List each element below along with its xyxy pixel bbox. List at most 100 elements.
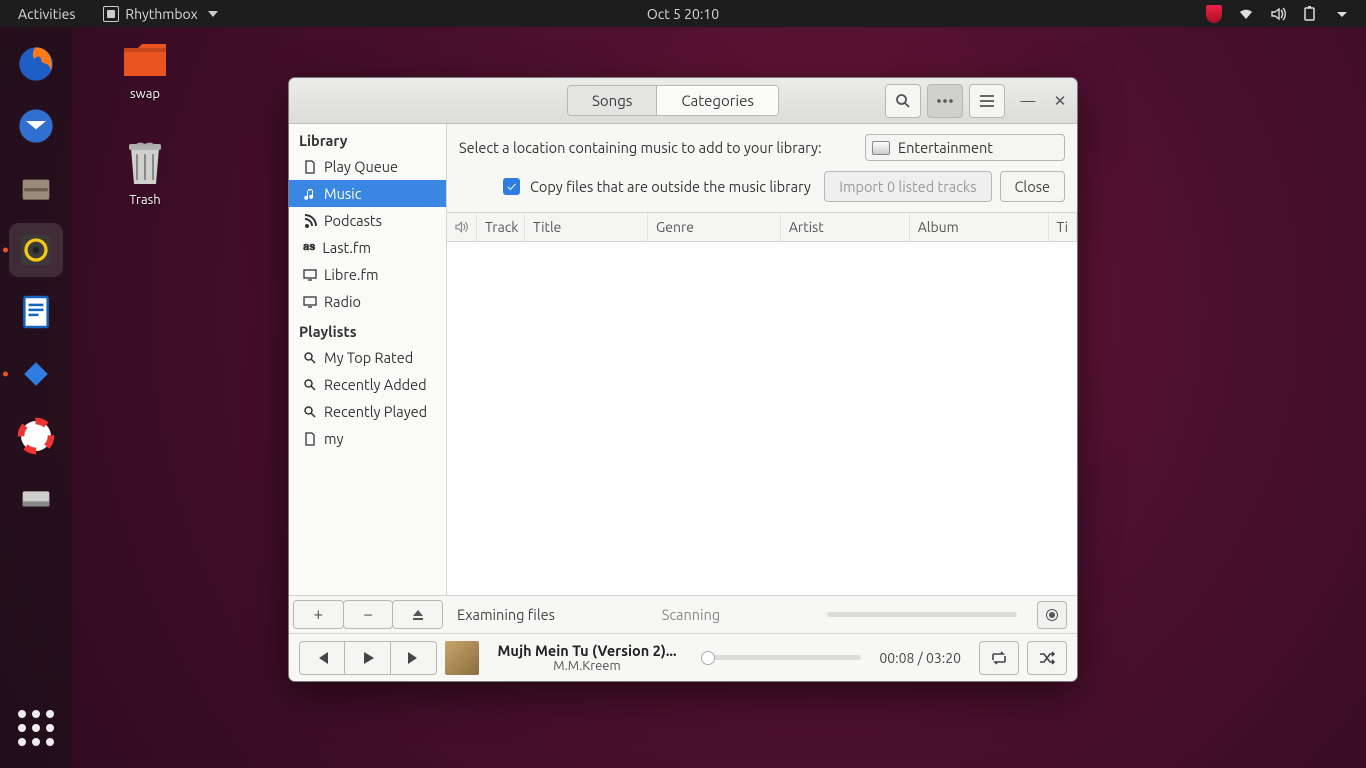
rhythmbox-window: Songs Categories — ✕ Library Play Queue … <box>288 77 1078 682</box>
running-indicator <box>3 372 8 377</box>
minimize-button[interactable]: — <box>1019 92 1037 110</box>
column-artist[interactable]: Artist <box>781 213 910 241</box>
main-panel: Select a location containing music to ad… <box>447 124 1077 633</box>
desktop-icon-trash[interactable]: Trash <box>100 140 190 207</box>
add-playlist-button[interactable]: + <box>293 600 344 629</box>
menu-button[interactable] <box>969 84 1005 118</box>
monitor-icon <box>303 268 317 282</box>
import-infobar: Select a location containing music to ad… <box>447 124 1077 167</box>
clock[interactable]: Oct 5 20:10 <box>647 6 719 22</box>
shuffle-button[interactable] <box>1027 641 1067 675</box>
shield-icon[interactable] <box>1206 5 1222 23</box>
music-icon <box>303 187 317 201</box>
repeat-icon <box>990 651 1008 665</box>
eject-button[interactable] <box>392 600 443 629</box>
system-tray <box>1206 5 1366 23</box>
sidebar-item-music[interactable]: Music <box>289 180 446 207</box>
shuffle-icon <box>1038 651 1056 665</box>
dock-rhythmbox[interactable] <box>9 223 63 277</box>
play-icon <box>361 651 375 665</box>
column-time[interactable]: Ti <box>1049 213 1078 241</box>
speaker-icon <box>455 220 468 234</box>
play-button[interactable] <box>345 641 391 675</box>
copy-files-label: Copy files that are outside the music li… <box>530 178 811 195</box>
wifi-icon[interactable] <box>1238 6 1254 22</box>
view-switcher: Songs Categories <box>567 85 779 116</box>
sidebar-item-radio[interactable]: Radio <box>289 288 446 315</box>
status-bar: Examining files Scanning <box>447 595 1077 633</box>
dock-files[interactable] <box>9 161 63 215</box>
playlist-toolbar: + − <box>289 595 447 633</box>
location-button[interactable]: Entertainment <box>865 134 1065 161</box>
search-icon <box>895 93 911 109</box>
ellipsis-icon <box>937 98 953 104</box>
copy-files-checkbox[interactable]: ✓ <box>503 178 520 195</box>
player-bar: Mujh Mein Tu (Version 2)... M.M.Kreem 00… <box>289 633 1077 681</box>
dock-drive[interactable] <box>9 471 63 525</box>
folder-icon <box>122 38 168 80</box>
time-display: 00:08 / 03:20 <box>879 650 961 666</box>
tab-categories[interactable]: Categories <box>656 86 778 115</box>
previous-button[interactable] <box>299 641 345 675</box>
dock-libreoffice-writer[interactable] <box>9 285 63 339</box>
sidebar-item-my-top-rated[interactable]: My Top Rated <box>289 344 446 371</box>
track-title: Mujh Mein Tu (Version 2)... <box>487 642 687 659</box>
sidebar-item-my[interactable]: my <box>289 425 446 452</box>
sidebar-item-recently-added[interactable]: Recently Added <box>289 371 446 398</box>
column-title[interactable]: Title <box>525 213 648 241</box>
gnome-topbar: Activities Rhythmbox Oct 5 20:10 <box>0 0 1366 27</box>
app-menu[interactable]: Rhythmbox <box>93 6 227 22</box>
import-tracks-button[interactable]: Import 0 listed tracks <box>824 171 991 202</box>
tab-songs[interactable]: Songs <box>568 86 656 115</box>
more-button[interactable] <box>927 84 963 118</box>
sidebar-item-play-queue[interactable]: Play Queue <box>289 153 446 180</box>
library-header: Library <box>289 124 446 153</box>
search-button[interactable] <box>885 84 921 118</box>
repeat-button[interactable] <box>979 641 1019 675</box>
next-button[interactable] <box>391 641 437 675</box>
seek-slider[interactable] <box>705 655 861 660</box>
battery-icon[interactable] <box>1302 6 1318 22</box>
drive-icon <box>872 141 890 155</box>
source-sidebar: Library Play Queue Music Podcasts 𝐚𝐬Last… <box>289 124 447 595</box>
status-left: Examining files <box>457 606 555 623</box>
search-icon <box>303 378 317 392</box>
skip-forward-icon <box>406 651 422 665</box>
chevron-down-icon[interactable] <box>1334 6 1350 22</box>
status-right: Scanning <box>662 606 720 623</box>
column-genre[interactable]: Genre <box>648 213 781 241</box>
column-track[interactable]: Track <box>477 213 525 241</box>
ubuntu-dock <box>0 27 72 768</box>
dock-settings-alt[interactable] <box>9 347 63 401</box>
sidebar-item-recently-played[interactable]: Recently Played <box>289 398 446 425</box>
album-art[interactable] <box>445 641 479 675</box>
rhythmbox-app-icon <box>103 6 119 22</box>
desktop-icon-swap[interactable]: swap <box>100 38 190 101</box>
running-indicator <box>3 248 8 253</box>
dock-help[interactable] <box>9 409 63 463</box>
location-label: Entertainment <box>898 139 993 156</box>
lastfm-icon: 𝐚𝐬 <box>303 241 315 254</box>
remove-playlist-button[interactable]: − <box>343 600 394 629</box>
activities-button[interactable]: Activities <box>0 6 93 22</box>
dock-thunderbird[interactable] <box>9 99 63 153</box>
volume-icon[interactable] <box>1270 6 1286 22</box>
dock-firefox[interactable] <box>9 37 63 91</box>
close-import-button[interactable]: Close <box>1000 171 1065 202</box>
sidebar-item-librefm[interactable]: Libre.fm <box>289 261 446 288</box>
eject-icon <box>411 608 425 622</box>
track-table-header: Track Title Genre Artist Album Ti <box>447 212 1077 242</box>
monitor-icon <box>303 295 317 309</box>
trash-icon <box>125 140 165 186</box>
cancel-scan-button[interactable] <box>1037 601 1067 629</box>
app-menu-label: Rhythmbox <box>125 6 197 22</box>
seek-thumb[interactable] <box>701 651 715 665</box>
sidebar-item-podcasts[interactable]: Podcasts <box>289 207 446 234</box>
column-album[interactable]: Album <box>910 213 1049 241</box>
desktop-icon-label: Trash <box>100 193 190 207</box>
show-applications[interactable] <box>16 708 56 748</box>
sidebar-item-lastfm[interactable]: 𝐚𝐬Last.fm <box>289 234 446 261</box>
column-playing[interactable] <box>447 213 477 241</box>
track-table-body <box>447 242 1077 595</box>
close-button[interactable]: ✕ <box>1051 92 1069 110</box>
